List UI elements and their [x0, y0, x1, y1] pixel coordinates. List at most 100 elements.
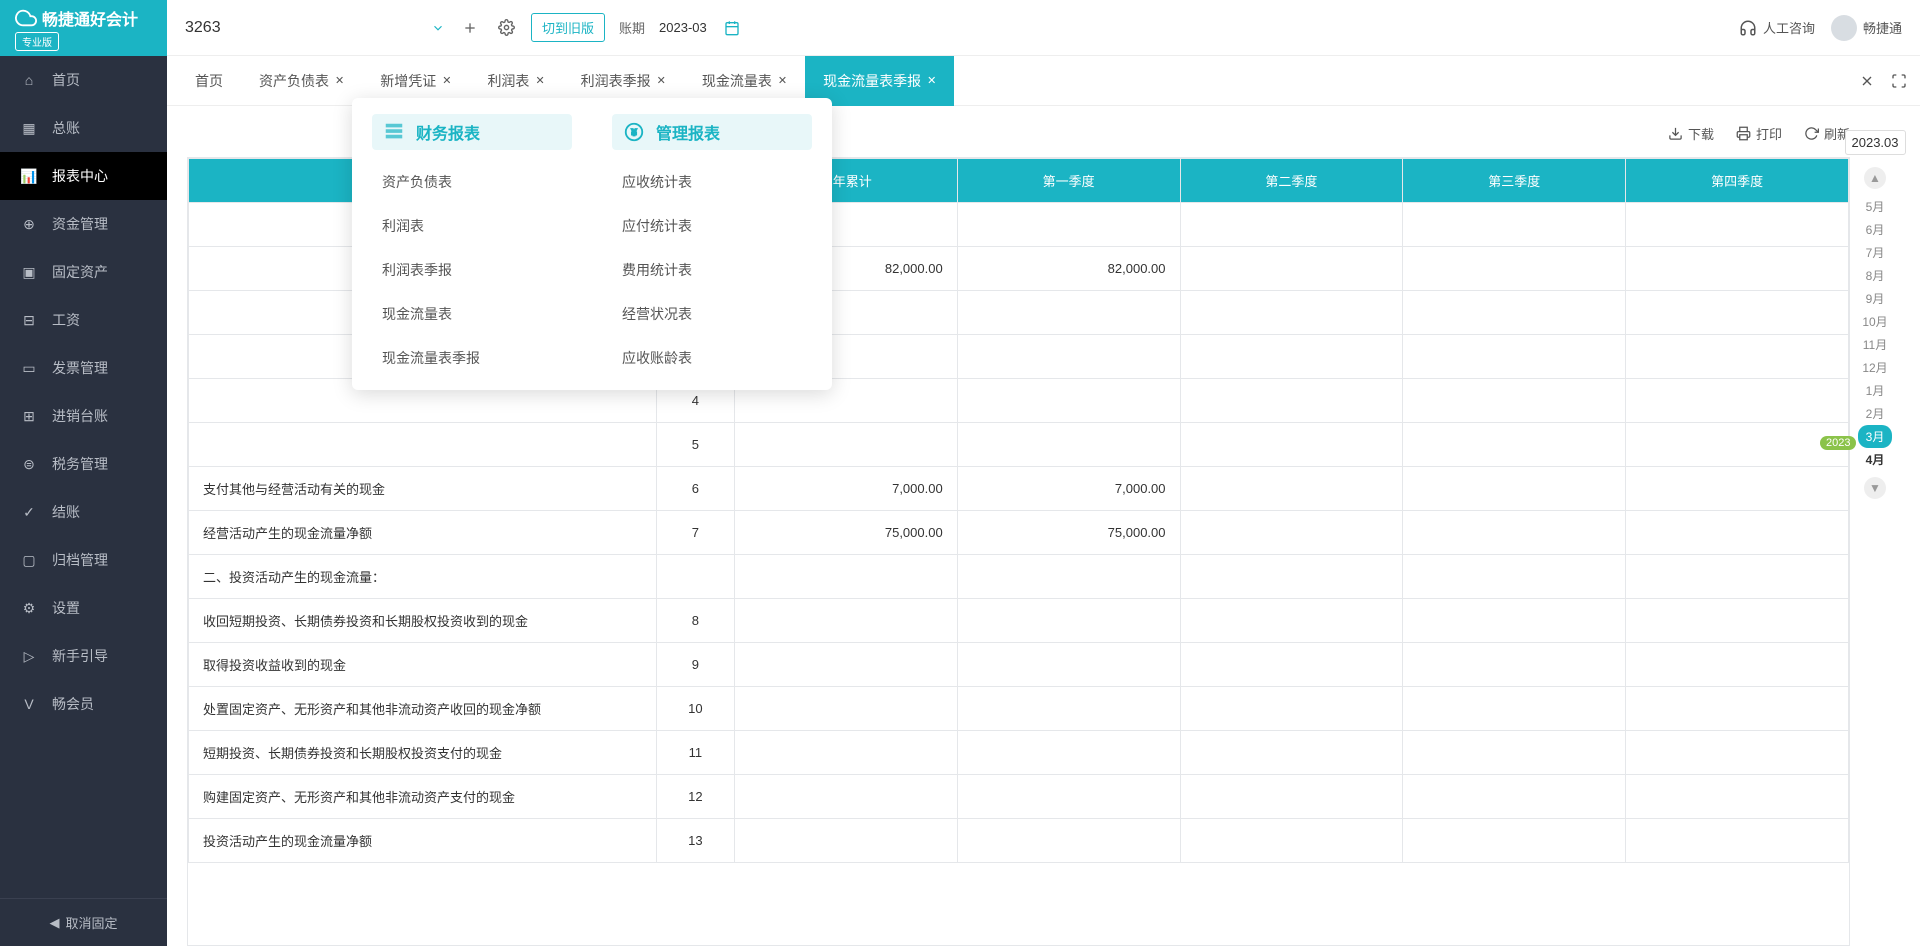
sidebar-item-3[interactable]: ⊕资金管理 [0, 200, 167, 248]
table-row[interactable]: 二、投资活动产生的现金流量： [189, 555, 1849, 599]
print-button[interactable]: 打印 [1736, 124, 1782, 143]
mgmt-report-item-3[interactable]: 经营状况表 [612, 292, 812, 336]
company-name: 3263 [185, 19, 221, 37]
finance-report-item-4[interactable]: 现金流量表季报 [372, 336, 572, 380]
period-month-10[interactable]: 3月 [1858, 425, 1892, 448]
table-row[interactable]: 经营活动产生的现金流量净额 7 75,000.00 75,000.00 [189, 511, 1849, 555]
sidebar-icon-0: ⌂ [20, 71, 38, 89]
period-prev-button[interactable]: ▲ [1864, 167, 1886, 189]
mgmt-report-item-4[interactable]: 应收账龄表 [612, 336, 812, 380]
sidebar-icon-7: ⊞ [20, 407, 38, 425]
finance-report-item-1[interactable]: 利润表 [372, 204, 572, 248]
cell-q3 [1403, 555, 1626, 599]
main-area: 3263 切到旧版 账期 2023-03 人工咨询 畅捷通 首 [167, 0, 1920, 946]
sidebar-item-13[interactable]: V畅会员 [0, 680, 167, 728]
sidebar-item-5[interactable]: ⊟工资 [0, 296, 167, 344]
sidebar-unpin-label: 取消固定 [65, 913, 117, 932]
period-month-0[interactable]: 5月 [1858, 195, 1892, 218]
settings-gear-button[interactable] [495, 17, 517, 39]
cell-q1 [957, 731, 1180, 775]
refresh-button[interactable]: 刷新 [1804, 124, 1850, 143]
sidebar-item-11[interactable]: ⚙设置 [0, 584, 167, 632]
finance-report-item-3[interactable]: 现金流量表 [372, 292, 572, 336]
period-month-11[interactable]: 4月 [1858, 448, 1892, 471]
cell-q2 [1180, 203, 1403, 247]
finance-report-item-0[interactable]: 资产负债表 [372, 160, 572, 204]
period-month-9[interactable]: 2月 [1858, 402, 1892, 425]
cell-q2 [1180, 687, 1403, 731]
consult-label: 人工咨询 [1763, 18, 1815, 37]
add-button[interactable] [459, 17, 481, 39]
cell-name: 收回短期投资、长期债券投资和长期股权投资收到的现金 [189, 599, 657, 643]
tab-close-6[interactable]: ✕ [927, 74, 936, 87]
table-row[interactable]: 短期投资、长期债券投资和长期股权投资支付的现金 11 [189, 731, 1849, 775]
sidebar-item-8[interactable]: ⊜税务管理 [0, 440, 167, 488]
period-month-8[interactable]: 1月 [1858, 379, 1892, 402]
calendar-icon[interactable] [721, 17, 743, 39]
period-month-4[interactable]: 9月 [1858, 287, 1892, 310]
sidebar-item-1[interactable]: ▦总账 [0, 104, 167, 152]
sidebar-item-0[interactable]: ⌂首页 [0, 56, 167, 104]
mgmt-report-item-1[interactable]: 应付统计表 [612, 204, 812, 248]
tab-close-5[interactable]: ✕ [778, 74, 787, 87]
cell-line [656, 555, 734, 599]
sidebar-item-4[interactable]: ▣固定资产 [0, 248, 167, 296]
sidebar-item-6[interactable]: ▭发票管理 [0, 344, 167, 392]
unpin-icon: ◀ [49, 915, 59, 931]
consult-button[interactable]: 人工咨询 [1739, 18, 1815, 37]
sidebar-item-7[interactable]: ⊞ 进销台账 [0, 392, 167, 440]
period-next-button[interactable]: ▼ [1864, 477, 1886, 499]
cell-line: 8 [656, 599, 734, 643]
table-row[interactable]: 支付其他与经营活动有关的现金 6 7,000.00 7,000.00 [189, 467, 1849, 511]
period-month-3[interactable]: 8月 [1858, 264, 1892, 287]
table-row[interactable]: 5 [189, 423, 1849, 467]
brand-edition: 专业版 [15, 32, 59, 51]
tab-0[interactable]: 首页 [177, 56, 241, 106]
table-row[interactable]: 购建固定资产、无形资产和其他非流动资产支付的现金 12 [189, 775, 1849, 819]
period-month-2[interactable]: 7月 [1858, 241, 1892, 264]
cell-q4 [1626, 379, 1849, 423]
table-row[interactable]: 收回短期投资、长期债券投资和长期股权投资收到的现金 8 [189, 599, 1849, 643]
tab-close-3[interactable]: ✕ [535, 74, 544, 87]
cell-q3 [1403, 291, 1626, 335]
sidebar-label-7: 进销台账 [52, 406, 108, 426]
table-row[interactable]: 处置固定资产、无形资产和其他非流动资产收回的现金净额 10 [189, 687, 1849, 731]
cell-ytd: 75,000.00 [734, 511, 957, 555]
cell-q2 [1180, 643, 1403, 687]
period-month-7[interactable]: 12月 [1858, 356, 1892, 379]
mgmt-report-icon: ¥ [622, 120, 646, 144]
cell-ytd [734, 687, 957, 731]
finance-report-item-2[interactable]: 利润表季报 [372, 248, 572, 292]
table-row[interactable]: 取得投资收益收到的现金 9 [189, 643, 1849, 687]
cell-line: 6 [656, 467, 734, 511]
period-label: 账期 [619, 18, 645, 37]
tab-close-2[interactable]: ✕ [442, 74, 451, 87]
sidebar-unpin[interactable]: ◀ 取消固定 [0, 898, 167, 946]
cell-q4 [1626, 423, 1849, 467]
tab-close-all-button[interactable] [1856, 70, 1878, 92]
mgmt-report-item-0[interactable]: 应收统计表 [612, 160, 812, 204]
fullscreen-button[interactable] [1888, 70, 1910, 92]
mgmt-report-item-2[interactable]: 费用统计表 [612, 248, 812, 292]
tab-1[interactable]: 资产负债表✕ [241, 56, 362, 106]
sidebar-item-9[interactable]: ✓结账 [0, 488, 167, 536]
sidebar-item-2[interactable]: 📊报表中心 [0, 152, 167, 200]
period-month-6[interactable]: 11月 [1858, 333, 1892, 356]
table-row[interactable]: 投资活动产生的现金流量净额 13 [189, 819, 1849, 863]
mgmt-report-header: ¥ 管理报表 [612, 114, 812, 150]
sidebar-item-10[interactable]: ▢归档管理 [0, 536, 167, 584]
tab-close-1[interactable]: ✕ [335, 74, 344, 87]
user-menu[interactable]: 畅捷通 [1831, 15, 1902, 41]
period-year-display[interactable]: 2023.03 [1845, 130, 1906, 155]
company-selector[interactable]: 3263 [185, 19, 445, 37]
tab-close-4[interactable]: ✕ [657, 74, 666, 87]
sidebar-item-12[interactable]: ▷新手引导 [0, 632, 167, 680]
switch-old-version-button[interactable]: 切到旧版 [531, 13, 605, 42]
period-month-5[interactable]: 10月 [1858, 310, 1892, 333]
cell-q3 [1403, 731, 1626, 775]
period-value[interactable]: 2023-03 [659, 20, 707, 35]
period-month-1[interactable]: 6月 [1858, 218, 1892, 241]
cell-name: 二、投资活动产生的现金流量： [189, 555, 657, 599]
download-button[interactable]: 下载 [1668, 124, 1714, 143]
cell-name: 处置固定资产、无形资产和其他非流动资产收回的现金净额 [189, 687, 657, 731]
